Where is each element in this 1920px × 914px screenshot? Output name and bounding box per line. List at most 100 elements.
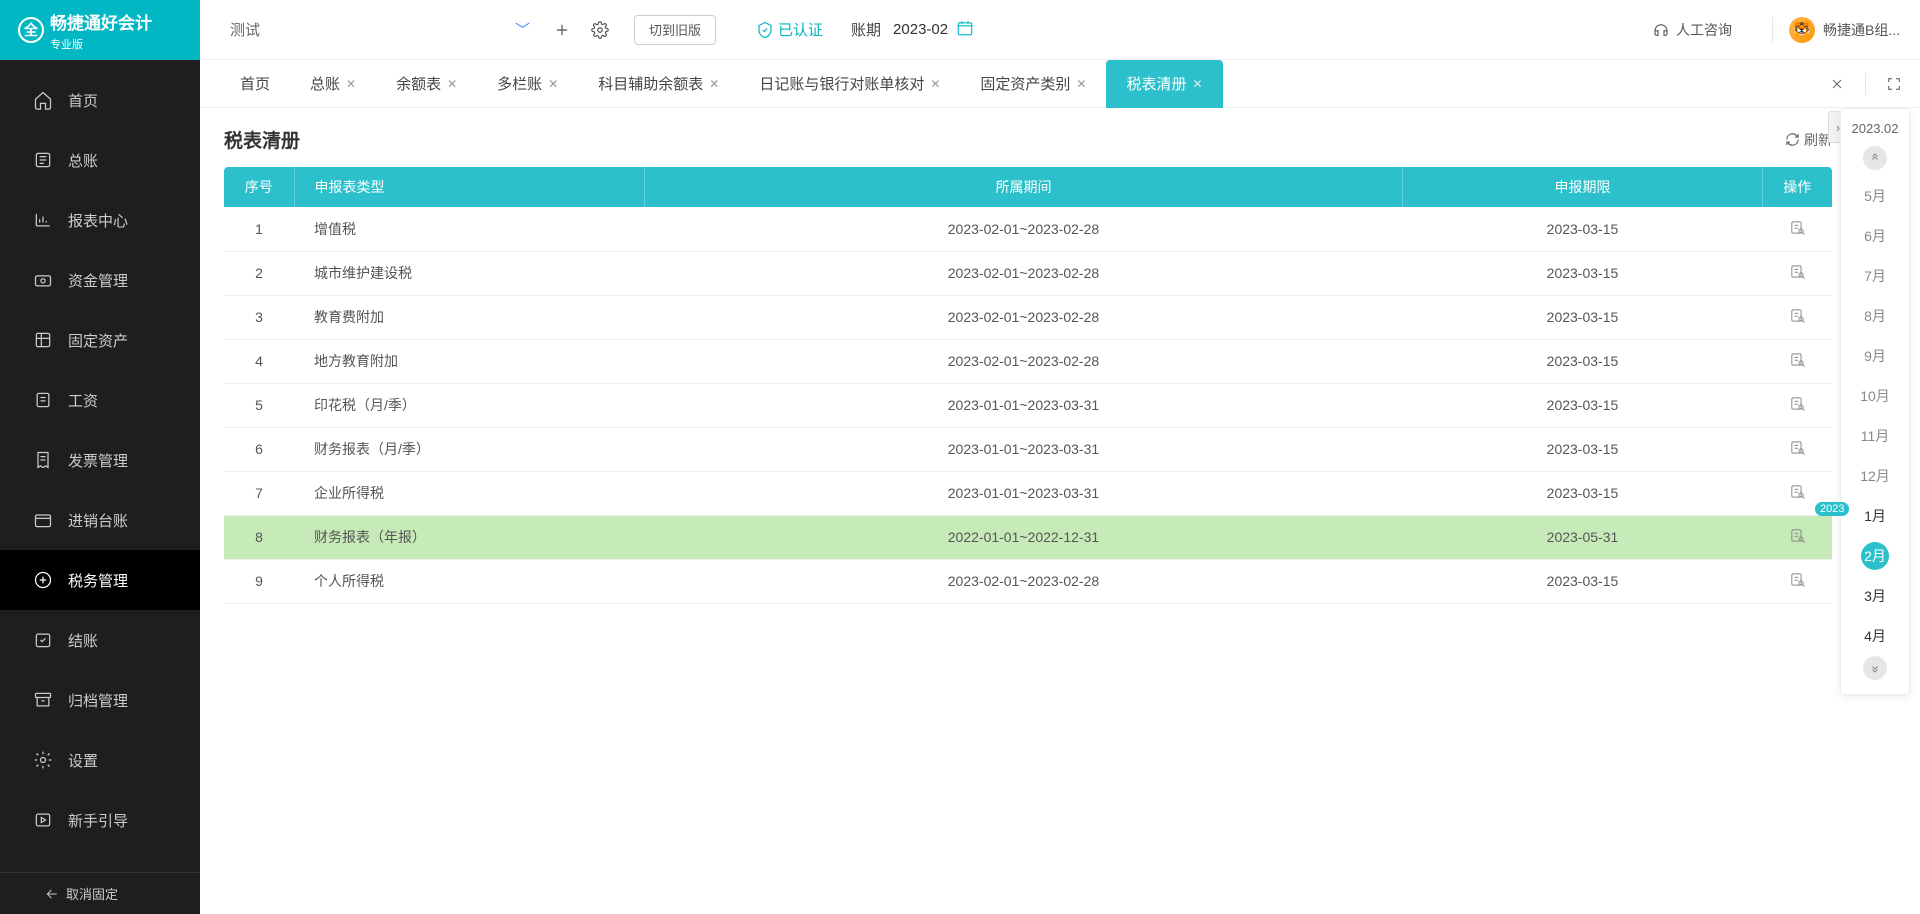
month-option[interactable]: 3月 <box>1841 576 1909 616</box>
sidebar-item-label: 总账 <box>68 150 98 171</box>
month-option[interactable]: 5月 <box>1841 176 1909 216</box>
sidebar-item-3[interactable]: 资金管理 <box>0 250 200 310</box>
sidebar-item-9[interactable]: 结账 <box>0 610 200 670</box>
col-type: 申报表类型 <box>294 167 644 207</box>
tab-close-icon[interactable]: ✕ <box>930 77 940 91</box>
sidebar-item-10[interactable]: 归档管理 <box>0 670 200 730</box>
cell-period: 2023-01-01~2023-03-31 <box>644 383 1403 427</box>
sidebar-item-8[interactable]: 税务管理 <box>0 550 200 610</box>
sidebar-item-11[interactable]: 设置 <box>0 730 200 790</box>
cell-type: 增值税 <box>294 207 644 251</box>
refresh-icon <box>1785 132 1800 147</box>
cell-period: 2023-02-01~2023-02-28 <box>644 339 1403 383</box>
month-option[interactable]: 10月 <box>1841 376 1909 416</box>
cell-action[interactable] <box>1762 339 1832 383</box>
tab-close-icon[interactable]: ✕ <box>1193 77 1203 91</box>
period-calendar-button[interactable] <box>956 19 974 40</box>
tab-close-icon[interactable]: ✕ <box>548 77 558 91</box>
sidebar-item-12[interactable]: 新手引导 <box>0 790 200 850</box>
sidebar-item-6[interactable]: 发票管理 <box>0 430 200 490</box>
month-option[interactable]: 8月 <box>1841 296 1909 336</box>
fullscreen-button[interactable] <box>1880 70 1908 98</box>
tab-7[interactable]: 税表清册✕ <box>1106 60 1222 108</box>
page-content: 税表清册 刷新 › 序号 申报表类型 所属期间 申报期限 操作 <box>200 108 1920 914</box>
sidebar-item-4[interactable]: 固定资产 <box>0 310 200 370</box>
col-period: 所属期间 <box>644 167 1403 207</box>
sidebar-item-0[interactable]: 首页 <box>0 70 200 130</box>
add-button[interactable] <box>546 14 578 46</box>
month-option[interactable]: 2月 <box>1841 536 1909 576</box>
tab-label: 科目辅助余额表 <box>598 73 703 94</box>
view-detail-icon <box>1789 527 1806 544</box>
cell-action[interactable] <box>1762 427 1832 471</box>
month-scroll-up[interactable] <box>1863 146 1887 170</box>
money-icon <box>32 269 54 291</box>
human-consult-button[interactable]: 人工咨询 <box>1652 20 1732 40</box>
sidebar-item-label: 进销台账 <box>68 510 128 531</box>
verified-label: 已认证 <box>778 19 823 40</box>
switch-old-version-button[interactable]: 切到旧版 <box>634 15 716 45</box>
cell-action[interactable] <box>1762 515 1832 559</box>
month-option[interactable]: 4月 <box>1841 616 1909 656</box>
cell-period: 2023-02-01~2023-02-28 <box>644 559 1403 603</box>
month-option[interactable]: 20231月 <box>1841 496 1909 536</box>
tab-0[interactable]: 首页 <box>220 60 290 108</box>
cell-action[interactable] <box>1762 383 1832 427</box>
cell-period: 2023-02-01~2023-02-28 <box>644 295 1403 339</box>
tab-close-icon[interactable]: ✕ <box>709 77 719 91</box>
sidebar-item-7[interactable]: 进销台账 <box>0 490 200 550</box>
unpin-sidebar[interactable]: 取消固定 <box>0 872 200 914</box>
cell-type: 个人所得税 <box>294 559 644 603</box>
shield-check-icon <box>756 21 774 39</box>
archive-icon <box>32 689 54 711</box>
tab-1[interactable]: 总账✕ <box>290 60 376 108</box>
tax-forms-table: 序号 申报表类型 所属期间 申报期限 操作 1增值税2023-02-01~202… <box>224 167 1832 604</box>
sidebar: 全 畅捷通好会计 专业版 首页总账报表中心资金管理固定资产工资发票管理进销台账税… <box>0 0 200 914</box>
cell-deadline: 2023-03-15 <box>1403 339 1762 383</box>
org-selector[interactable]: 测试 ﹀ <box>220 13 540 47</box>
cell-action[interactable] <box>1762 207 1832 251</box>
chevrons-down-icon <box>1869 662 1881 674</box>
tab-5[interactable]: 日记账与银行对账单核对✕ <box>739 60 960 108</box>
month-option[interactable]: 6月 <box>1841 216 1909 256</box>
sidebar-item-5[interactable]: 工资 <box>0 370 200 430</box>
cell-no: 8 <box>224 515 294 559</box>
tab-close-icon[interactable]: ✕ <box>447 77 457 91</box>
tab-close-icon[interactable]: ✕ <box>346 77 356 91</box>
cell-deadline: 2023-03-15 <box>1403 251 1762 295</box>
tab-6[interactable]: 固定资产类别✕ <box>960 60 1106 108</box>
table-row: 1增值税2023-02-01~2023-02-282023-03-15 <box>224 207 1832 251</box>
cell-action[interactable] <box>1762 251 1832 295</box>
month-scroll-down[interactable] <box>1863 656 1887 680</box>
month-option[interactable]: 9月 <box>1841 336 1909 376</box>
settings-button[interactable] <box>584 14 616 46</box>
user-avatar[interactable]: 🐯 <box>1789 17 1815 43</box>
tab-3[interactable]: 多栏账✕ <box>477 60 578 108</box>
cell-action[interactable] <box>1762 559 1832 603</box>
divider <box>1865 73 1866 95</box>
sidebar-item-label: 工资 <box>68 390 98 411</box>
verified-badge[interactable]: 已认证 <box>756 19 823 40</box>
home-icon <box>32 89 54 111</box>
tab-4[interactable]: 科目辅助余额表 ✕ <box>578 60 739 108</box>
tab-label: 首页 <box>240 73 270 94</box>
unpin-icon <box>44 886 60 902</box>
ledger-icon <box>32 149 54 171</box>
sidebar-item-2[interactable]: 报表中心 <box>0 190 200 250</box>
chart-icon <box>32 209 54 231</box>
cell-no: 1 <box>224 207 294 251</box>
refresh-button[interactable]: 刷新 <box>1785 130 1832 150</box>
sidebar-item-1[interactable]: 总账 <box>0 130 200 190</box>
tab-label: 余额表 <box>396 73 441 94</box>
month-option[interactable]: 11月 <box>1841 416 1909 456</box>
tab-close-icon[interactable]: ✕ <box>1076 77 1086 91</box>
cell-period: 2023-02-01~2023-02-28 <box>644 251 1403 295</box>
stock-icon <box>32 509 54 531</box>
close-all-tabs-button[interactable] <box>1823 70 1851 98</box>
tab-2[interactable]: 余额表 ✕ <box>376 60 477 108</box>
cell-type: 印花税（月/季） <box>294 383 644 427</box>
month-option[interactable]: 12月 <box>1841 456 1909 496</box>
user-name[interactable]: 畅捷通B组... <box>1823 20 1900 40</box>
month-option[interactable]: 7月 <box>1841 256 1909 296</box>
cell-action[interactable] <box>1762 295 1832 339</box>
